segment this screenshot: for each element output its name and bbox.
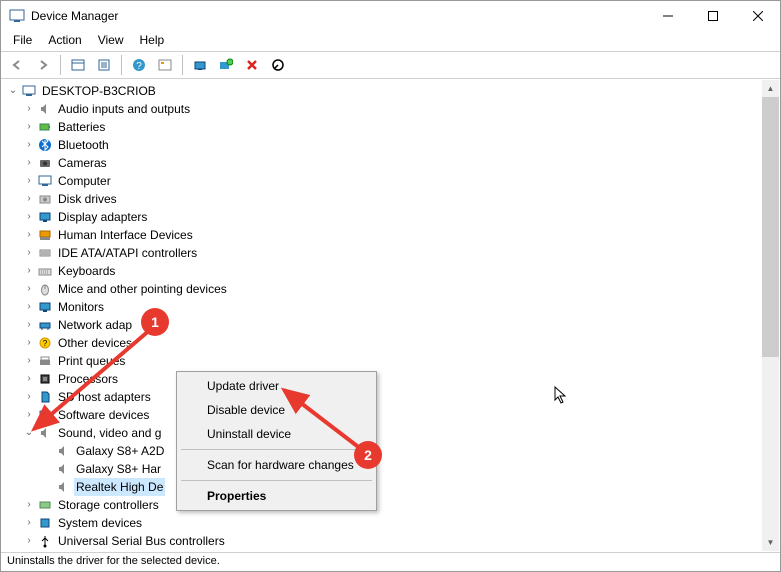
tree-category[interactable]: ›Computer bbox=[4, 172, 779, 190]
action-button[interactable] bbox=[153, 53, 177, 77]
device-manager-icon bbox=[9, 8, 25, 24]
usb-icon bbox=[37, 533, 53, 549]
tree-device[interactable]: Galaxy S8+ Har bbox=[4, 460, 779, 478]
ctx-properties[interactable]: Properties bbox=[179, 484, 374, 508]
expand-toggle[interactable]: › bbox=[22, 298, 36, 316]
properties-button[interactable] bbox=[92, 53, 116, 77]
expand-toggle[interactable]: › bbox=[22, 190, 36, 208]
annotation-arrow-1 bbox=[26, 321, 161, 441]
expand-toggle[interactable]: › bbox=[22, 136, 36, 154]
scroll-track[interactable] bbox=[762, 97, 779, 534]
menu-help[interactable]: Help bbox=[132, 31, 173, 51]
window-controls bbox=[645, 1, 780, 31]
expand-toggle[interactable]: › bbox=[22, 100, 36, 118]
device-tree[interactable]: ⌄ DESKTOP-B3CRIOB ›Audio inputs and outp… bbox=[2, 80, 779, 550]
expand-toggle[interactable]: › bbox=[22, 118, 36, 136]
storage-icon bbox=[37, 497, 53, 513]
maximize-button[interactable] bbox=[690, 1, 735, 31]
tree-category[interactable]: ›Universal Serial Bus controllers bbox=[4, 532, 779, 550]
bluetooth-icon bbox=[37, 137, 53, 153]
battery-icon bbox=[37, 119, 53, 135]
expand-toggle[interactable]: › bbox=[22, 244, 36, 262]
disk-icon bbox=[37, 191, 53, 207]
minimize-button[interactable] bbox=[645, 1, 690, 31]
audio-icon bbox=[37, 101, 53, 117]
expand-toggle[interactable]: › bbox=[22, 154, 36, 172]
display-icon bbox=[37, 209, 53, 225]
tree-device-realtek[interactable]: Realtek High De bbox=[4, 478, 779, 496]
expand-toggle[interactable]: › bbox=[22, 532, 36, 550]
titlebar: Device Manager bbox=[1, 1, 780, 31]
tree-category[interactable]: ›System devices bbox=[4, 514, 779, 532]
tree-category[interactable]: ›Keyboards bbox=[4, 262, 779, 280]
speaker-icon bbox=[55, 479, 71, 495]
tree-category[interactable]: ›Mice and other pointing devices bbox=[4, 280, 779, 298]
tree-category[interactable]: ›Disk drives bbox=[4, 190, 779, 208]
scan-hardware-button[interactable] bbox=[214, 53, 238, 77]
annotation-step-2: 2 bbox=[354, 441, 382, 469]
computer-icon bbox=[21, 83, 37, 99]
update-driver-button[interactable] bbox=[188, 53, 212, 77]
back-button[interactable] bbox=[5, 53, 29, 77]
expand-toggle[interactable]: › bbox=[22, 496, 36, 514]
speaker-icon bbox=[55, 461, 71, 477]
tree-category[interactable]: ›Storage controllers bbox=[4, 496, 779, 514]
window-title: Device Manager bbox=[31, 9, 645, 23]
menubar: File Action View Help bbox=[1, 31, 780, 51]
hid-icon bbox=[37, 227, 53, 243]
forward-button[interactable] bbox=[31, 53, 55, 77]
selected-device-label: Realtek High De bbox=[74, 478, 165, 496]
computer-icon bbox=[37, 173, 53, 189]
svg-text:?: ? bbox=[136, 61, 142, 72]
disable-button[interactable] bbox=[266, 53, 290, 77]
system-icon bbox=[37, 515, 53, 531]
expand-toggle[interactable]: › bbox=[22, 172, 36, 190]
expand-toggle[interactable]: › bbox=[22, 262, 36, 280]
device-tree-pane: ⌄ DESKTOP-B3CRIOB ›Audio inputs and outp… bbox=[2, 80, 779, 551]
tree-device[interactable]: Galaxy S8+ A2D bbox=[4, 442, 779, 460]
ide-icon bbox=[37, 245, 53, 261]
keyboard-icon bbox=[37, 263, 53, 279]
help-button[interactable]: ? bbox=[127, 53, 151, 77]
camera-icon bbox=[37, 155, 53, 171]
tree-category[interactable]: ›Batteries bbox=[4, 118, 779, 136]
statusbar: Uninstalls the driver for the selected d… bbox=[1, 552, 780, 571]
status-text: Uninstalls the driver for the selected d… bbox=[7, 555, 220, 567]
separator bbox=[181, 480, 372, 481]
tree-category[interactable]: ›Audio inputs and outputs bbox=[4, 100, 779, 118]
tree-category[interactable]: ›IDE ATA/ATAPI controllers bbox=[4, 244, 779, 262]
scroll-down-button[interactable]: ▼ bbox=[762, 534, 779, 551]
tree-category[interactable]: ›Human Interface Devices bbox=[4, 226, 779, 244]
tree-category[interactable]: ›Display adapters bbox=[4, 208, 779, 226]
menu-view[interactable]: View bbox=[90, 31, 132, 51]
mouse-cursor-icon bbox=[554, 386, 570, 406]
mouse-icon bbox=[37, 281, 53, 297]
show-hide-console-button[interactable] bbox=[66, 53, 90, 77]
expand-toggle[interactable]: › bbox=[22, 208, 36, 226]
expand-toggle[interactable]: › bbox=[22, 280, 36, 298]
close-button[interactable] bbox=[735, 1, 780, 31]
expand-toggle[interactable]: › bbox=[22, 226, 36, 244]
menu-file[interactable]: File bbox=[5, 31, 40, 51]
uninstall-button[interactable] bbox=[240, 53, 264, 77]
annotation-step-1: 1 bbox=[141, 308, 169, 336]
scroll-up-button[interactable]: ▲ bbox=[762, 80, 779, 97]
expand-toggle[interactable]: ⌄ bbox=[6, 82, 20, 100]
tree-category[interactable]: ›Bluetooth bbox=[4, 136, 779, 154]
toolbar: ? bbox=[1, 51, 780, 79]
tree-root[interactable]: ⌄ DESKTOP-B3CRIOB bbox=[4, 82, 779, 100]
vertical-scrollbar[interactable]: ▲ ▼ bbox=[762, 80, 779, 551]
monitor-icon bbox=[37, 299, 53, 315]
menu-action[interactable]: Action bbox=[40, 31, 89, 51]
root-label: DESKTOP-B3CRIOB bbox=[40, 82, 158, 100]
expand-toggle[interactable]: › bbox=[22, 514, 36, 532]
tree-category[interactable]: ›Cameras bbox=[4, 154, 779, 172]
scroll-thumb[interactable] bbox=[762, 97, 779, 357]
speaker-icon bbox=[55, 443, 71, 459]
tree-category[interactable]: ›Monitors bbox=[4, 298, 779, 316]
